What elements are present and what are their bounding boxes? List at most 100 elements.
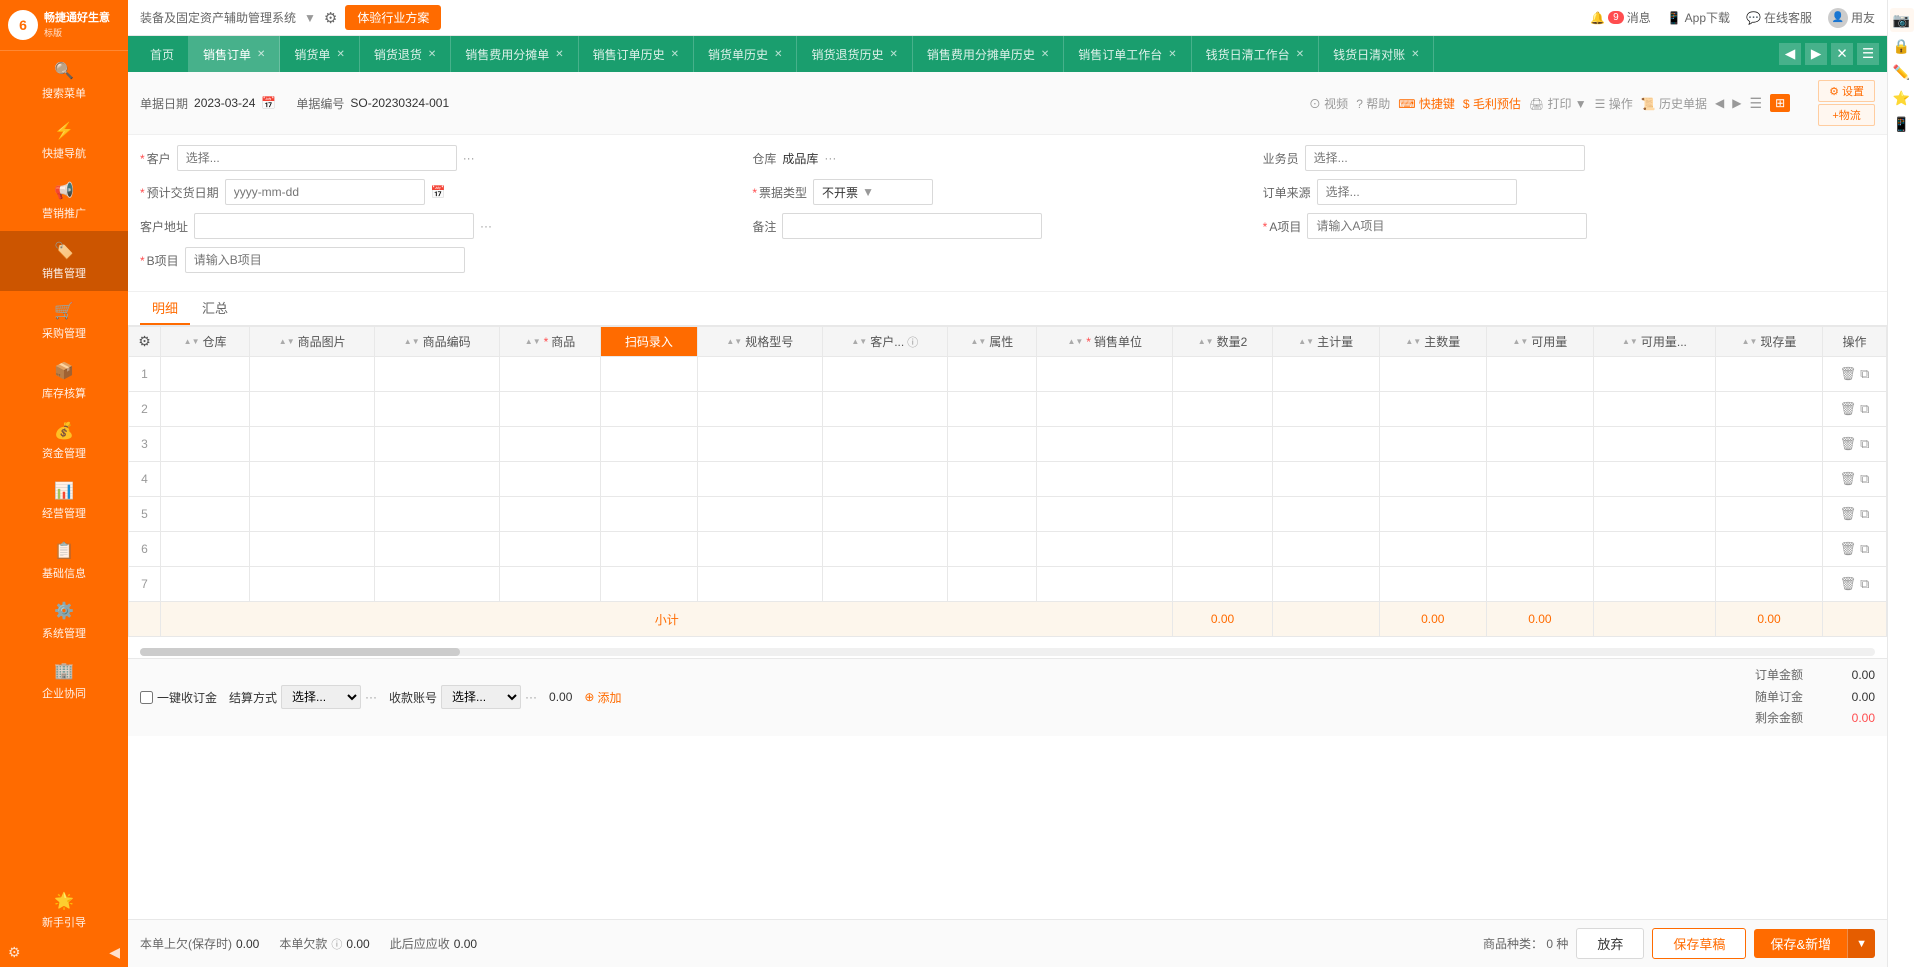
sidebar-item-finance[interactable]: 💰 资金管理 [0, 411, 128, 471]
row-4-product[interactable] [500, 462, 601, 497]
row-3-spec[interactable] [697, 427, 822, 462]
right-sidebar-icon-5[interactable]: 📱 [1890, 112, 1914, 136]
row-4-delete-icon[interactable]: 🗑 [1840, 471, 1857, 487]
row-2-qty2[interactable] [1173, 392, 1272, 427]
tab-reconcile[interactable]: 钱货日清对账 ✕ [1319, 36, 1434, 72]
account-dots[interactable]: ··· [525, 690, 537, 704]
row-2-main-unit[interactable] [1272, 392, 1379, 427]
logistics-btn[interactable]: +物流 [1818, 104, 1875, 126]
address-input[interactable] [194, 213, 474, 239]
row-4-warehouse[interactable] [161, 462, 250, 497]
row-5-customer-code[interactable] [822, 497, 947, 532]
th-gear[interactable]: ⚙ [129, 327, 161, 357]
tab-daily-clear[interactable]: 钱货日清工作台 ✕ [1192, 36, 1319, 72]
row-5-sales-unit[interactable] [1037, 497, 1173, 532]
row-4-stock[interactable] [1715, 462, 1822, 497]
right-sidebar-icon-3[interactable]: ✏️ [1890, 60, 1914, 84]
tab-sales-order-close[interactable]: ✕ [257, 49, 265, 60]
calendar-icon[interactable]: 📅 [261, 96, 276, 110]
row-6-spec[interactable] [697, 532, 822, 567]
row-3-product-image[interactable] [250, 427, 375, 462]
scroll-thumb[interactable] [140, 648, 460, 656]
sidebar-item-operations[interactable]: 📊 经营管理 [0, 471, 128, 531]
row-6-qty2[interactable] [1173, 532, 1272, 567]
sidebar-item-quicknav[interactable]: ⚡ 快捷导航 [0, 111, 128, 171]
tab-return-history-close[interactable]: ✕ [889, 49, 897, 60]
row-3-customer-code[interactable] [822, 427, 947, 462]
row-3-main-qty[interactable] [1379, 427, 1486, 462]
row-7-delete-icon[interactable]: 🗑 [1840, 576, 1857, 592]
tab-return-history[interactable]: 销货退货历史 ✕ [797, 36, 912, 72]
row-6-stock[interactable] [1715, 532, 1822, 567]
tab-sales-order[interactable]: 销售订单 ✕ [189, 36, 280, 72]
row-7-product-image[interactable] [250, 567, 375, 602]
tab-sales-return[interactable]: 销货退货 ✕ [360, 36, 451, 72]
row-4-customer-code[interactable] [822, 462, 947, 497]
row-7-customer-code[interactable] [822, 567, 947, 602]
row-5-stock[interactable] [1715, 497, 1822, 532]
row-5-product[interactable] [500, 497, 601, 532]
note-input[interactable] [782, 213, 1042, 239]
row-5-copy-icon[interactable]: ⧉ [1860, 506, 1869, 522]
row-1-qty2[interactable] [1173, 357, 1272, 392]
row-4-copy-icon[interactable]: ⧉ [1860, 471, 1869, 487]
a-project-input[interactable] [1307, 213, 1587, 239]
row-5-qty2[interactable] [1173, 497, 1272, 532]
row-7-main-unit[interactable] [1272, 567, 1379, 602]
industry-btn[interactable]: 体验行业方案 [345, 5, 441, 30]
row-1-copy-icon[interactable]: ⧉ [1860, 366, 1869, 382]
row-3-attribute[interactable] [947, 427, 1036, 462]
payment-method-select[interactable]: 选择... [281, 685, 361, 709]
row-1-main-unit[interactable] [1272, 357, 1379, 392]
row-1-stock[interactable] [1715, 357, 1822, 392]
row-4-attribute[interactable] [947, 462, 1036, 497]
b-project-input[interactable] [185, 247, 465, 273]
row-2-attribute[interactable] [947, 392, 1036, 427]
address-dots[interactable]: ··· [480, 219, 492, 233]
row-7-spec[interactable] [697, 567, 822, 602]
tab-summary[interactable]: 汇总 [190, 292, 240, 325]
scroll-track[interactable] [140, 648, 1875, 656]
save-new-arrow-btn[interactable]: ▼ [1847, 929, 1875, 958]
tab-next-btn[interactable]: ▶ [1805, 43, 1827, 65]
right-sidebar-icon-1[interactable]: 📷 [1890, 8, 1914, 32]
row-7-warehouse[interactable] [161, 567, 250, 602]
row-1-available[interactable] [1486, 357, 1593, 392]
row-2-available[interactable] [1486, 392, 1593, 427]
one-click-checkout-checkbox[interactable]: 一键收订金 [140, 689, 217, 706]
payment-dots[interactable]: ··· [365, 690, 377, 704]
operations-action[interactable]: ☰ 操作 [1595, 95, 1633, 112]
sidebar-item-marketing[interactable]: 📢 营销推广 [0, 171, 128, 231]
row-4-product-image[interactable] [250, 462, 375, 497]
row-7-available[interactable] [1486, 567, 1593, 602]
row-3-available[interactable] [1486, 427, 1593, 462]
row-1-main-qty[interactable] [1379, 357, 1486, 392]
row-1-product[interactable] [500, 357, 601, 392]
row-7-sales-unit[interactable] [1037, 567, 1173, 602]
row-6-delete-icon[interactable]: 🗑 [1840, 541, 1857, 557]
date-icon[interactable]: 📅 [431, 185, 446, 199]
sidebar-item-search[interactable]: 🔍 搜索菜单 [0, 51, 128, 111]
row-1-available2[interactable] [1593, 357, 1715, 392]
tab-daily-clear-close[interactable]: ✕ [1296, 49, 1304, 60]
row-4-main-unit[interactable] [1272, 462, 1379, 497]
shortcut-action[interactable]: ⌨ 快捷键 [1398, 95, 1455, 112]
online-service-link[interactable]: 💬 在线客服 [1746, 9, 1812, 26]
save-draft-btn[interactable]: 保存草稿 [1652, 928, 1746, 959]
row-6-main-qty[interactable] [1379, 532, 1486, 567]
history-action[interactable]: 📜 历史单据 [1641, 95, 1707, 112]
tab-sales-expense-close[interactable]: ✕ [555, 49, 563, 60]
row-7-product-code[interactable] [375, 567, 500, 602]
row-2-sales-unit[interactable] [1037, 392, 1173, 427]
warehouse-dots[interactable]: ··· [824, 151, 836, 165]
row-1-warehouse[interactable] [161, 357, 250, 392]
row-6-customer-code[interactable] [822, 532, 947, 567]
tab-order-workbench-close[interactable]: ✕ [1168, 49, 1176, 60]
row-6-available[interactable] [1486, 532, 1593, 567]
row-7-attribute[interactable] [947, 567, 1036, 602]
row-2-copy-icon[interactable]: ⧉ [1860, 401, 1869, 417]
row-5-product-image[interactable] [250, 497, 375, 532]
row-5-spec[interactable] [697, 497, 822, 532]
row-6-main-unit[interactable] [1272, 532, 1379, 567]
collapse-sidebar-icon[interactable]: ◀ [109, 944, 120, 961]
